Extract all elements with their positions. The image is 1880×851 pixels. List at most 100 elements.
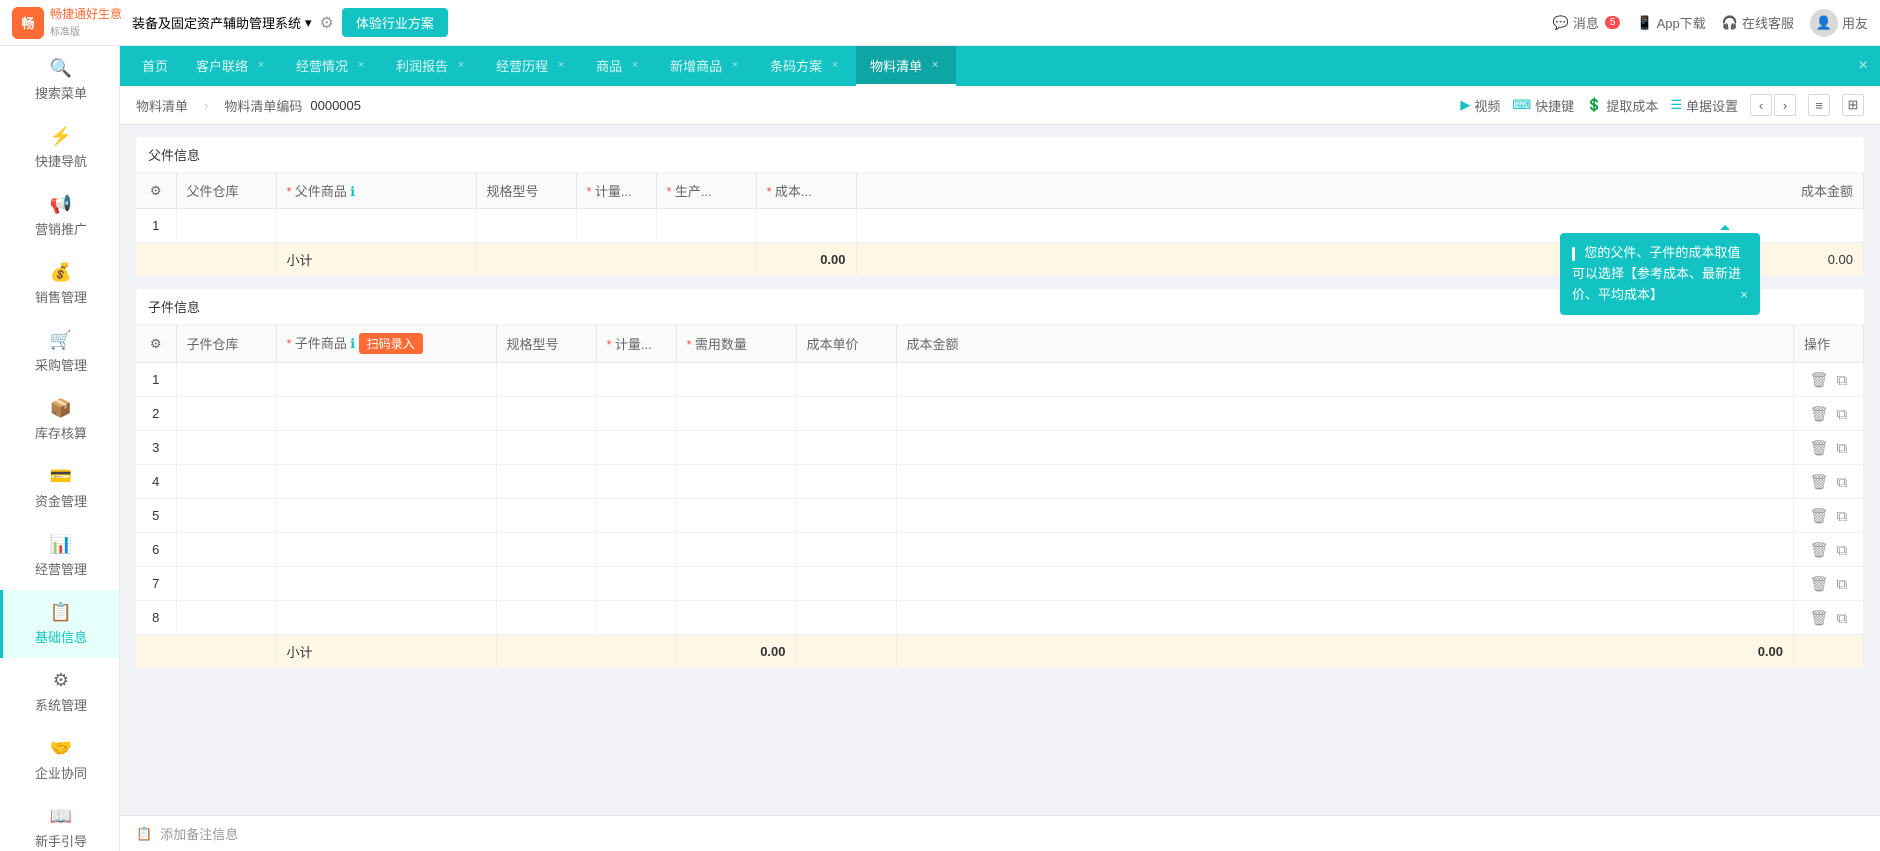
child-qty-1[interactable] [596,363,676,397]
scan-button[interactable]: 扫码录入 [359,333,423,354]
child-warehouse-8[interactable] [176,601,276,635]
child-cost-amount-7[interactable] [896,567,1794,601]
card-view-btn[interactable]: ⊞ [1842,94,1864,116]
tab-history[interactable]: 经营历程 × [482,46,582,86]
delete-btn-1[interactable]: 🗑 [1808,370,1831,391]
tooltip-close-btn[interactable]: × [1740,285,1748,306]
child-product-2[interactable] [276,397,496,431]
child-cost-price-3[interactable] [796,431,896,465]
tab-profit[interactable]: 利润报告 × [382,46,482,86]
tab-close-history[interactable]: × [554,58,568,72]
sidebar-item-newbie[interactable]: 📖 新手引导 [0,794,119,851]
sidebar-item-marketing[interactable]: 📢 营销推广 [0,182,119,250]
child-qty-5[interactable] [596,499,676,533]
tab-close-customer[interactable]: × [254,58,268,72]
tab-close-product[interactable]: × [628,58,642,72]
delete-btn-7[interactable]: 🗑 [1808,574,1831,595]
delete-btn-2[interactable]: 🗑 [1808,404,1831,425]
child-needed-qty-4[interactable] [676,465,796,499]
tab-close-bom[interactable]: × [928,58,942,72]
child-warehouse-5[interactable] [176,499,276,533]
child-spec-8[interactable] [496,601,596,635]
child-cost-amount-6[interactable] [896,533,1794,567]
cost-action[interactable]: 💲 提取成本 [1586,96,1658,115]
breadcrumb-bom-list[interactable]: 物料清单 [136,96,188,115]
tab-close-profit[interactable]: × [454,58,468,72]
child-needed-qty-2[interactable] [676,397,796,431]
sidebar-item-purchase[interactable]: 🛒 采购管理 [0,318,119,386]
child-qty-7[interactable] [596,567,676,601]
child-needed-qty-8[interactable] [676,601,796,635]
child-cost-price-1[interactable] [796,363,896,397]
next-arrow[interactable]: › [1774,94,1796,116]
child-cost-amount-5[interactable] [896,499,1794,533]
copy-btn-6[interactable]: ⧉ [1834,540,1849,561]
shortcut-action[interactable]: ⌨ 快捷键 [1512,96,1574,115]
tab-close-operations[interactable]: × [354,58,368,72]
child-product-7[interactable] [276,567,496,601]
child-warehouse-2[interactable] [176,397,276,431]
delete-btn-4[interactable]: 🗑 [1808,472,1831,493]
child-warehouse-7[interactable] [176,567,276,601]
tab-barcode[interactable]: 条码方案 × [756,46,856,86]
child-needed-qty-5[interactable] [676,499,796,533]
child-spec-6[interactable] [496,533,596,567]
sidebar-item-inventory[interactable]: 📦 库存核算 [0,386,119,454]
sidebar-item-system[interactable]: ⚙ 系统管理 [0,658,119,726]
tab-bom[interactable]: 物料清单 × [856,46,956,86]
parent-cost-1[interactable] [756,209,856,243]
copy-btn-4[interactable]: ⧉ [1834,472,1849,493]
child-qty-3[interactable] [596,431,676,465]
copy-btn-2[interactable]: ⧉ [1834,404,1849,425]
child-spec-5[interactable] [496,499,596,533]
delete-btn-3[interactable]: 🗑 [1808,438,1831,459]
trial-button[interactable]: 体验行业方案 [342,8,448,37]
parent-produce-1[interactable] [656,209,756,243]
delete-btn-8[interactable]: 🗑 [1808,608,1831,629]
child-warehouse-4[interactable] [176,465,276,499]
app-download-item[interactable]: 📱 App下载 [1636,13,1705,32]
child-product-1[interactable] [276,363,496,397]
child-product-4[interactable] [276,465,496,499]
copy-btn-3[interactable]: ⧉ [1834,438,1849,459]
child-cost-price-2[interactable] [796,397,896,431]
child-warehouse-1[interactable] [176,363,276,397]
sidebar-item-operations[interactable]: 📊 经营管理 [0,522,119,590]
sidebar-item-search[interactable]: 🔍 搜索菜单 [0,46,119,114]
sidebar-item-finance[interactable]: 💳 资金管理 [0,454,119,522]
child-needed-qty-6[interactable] [676,533,796,567]
copy-btn-8[interactable]: ⧉ [1834,608,1849,629]
sidebar-item-sales[interactable]: 💰 销售管理 [0,250,119,318]
tab-close-barcode[interactable]: × [828,58,842,72]
child-cost-price-7[interactable] [796,567,896,601]
settings-icon[interactable]: ⚙ [320,13,334,33]
child-cost-amount-1[interactable] [896,363,1794,397]
copy-btn-5[interactable]: ⧉ [1834,506,1849,527]
child-product-3[interactable] [276,431,496,465]
sidebar-item-quicknav[interactable]: ⚡ 快捷导航 [0,114,119,182]
child-cost-amount-2[interactable] [896,397,1794,431]
child-product-6[interactable] [276,533,496,567]
tab-product[interactable]: 商品 × [582,46,656,86]
tab-home[interactable]: 首页 [128,46,182,86]
copy-btn-7[interactable]: ⧉ [1834,574,1849,595]
delete-btn-5[interactable]: 🗑 [1808,506,1831,527]
tab-customer[interactable]: 客户联络 × [182,46,282,86]
message-item[interactable]: 💬 消息 5 [1553,13,1621,32]
delete-btn-6[interactable]: 🗑 [1808,540,1831,561]
parent-product-1[interactable] [276,209,476,243]
child-cost-amount-3[interactable] [896,431,1794,465]
child-qty-8[interactable] [596,601,676,635]
child-qty-6[interactable] [596,533,676,567]
system-title[interactable]: 装备及固定资产辅助管理系统 ▾ [132,13,312,32]
child-warehouse-6[interactable] [176,533,276,567]
close-all-tabs[interactable]: × [1855,53,1872,79]
tab-close-new-product[interactable]: × [728,58,742,72]
child-spec-1[interactable] [496,363,596,397]
tab-operations[interactable]: 经营情况 × [282,46,382,86]
child-cost-price-6[interactable] [796,533,896,567]
tab-new-product[interactable]: 新增商品 × [656,46,756,86]
child-product-5[interactable] [276,499,496,533]
child-cost-price-5[interactable] [796,499,896,533]
child-needed-qty-3[interactable] [676,431,796,465]
